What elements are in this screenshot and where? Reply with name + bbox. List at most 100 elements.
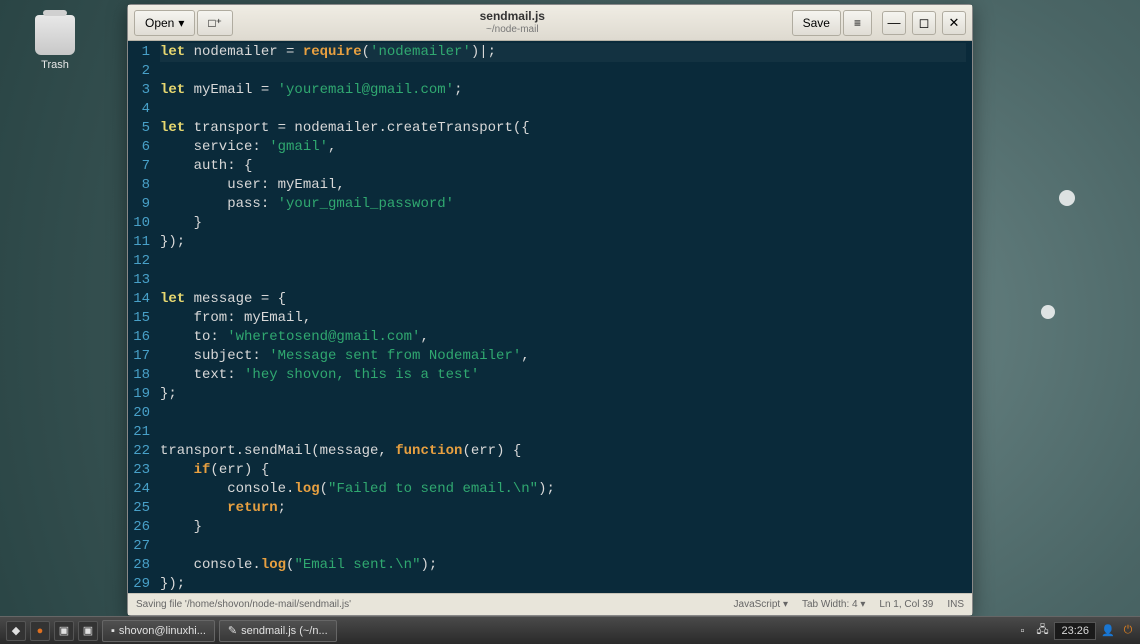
window-title: sendmail.js <box>233 9 792 23</box>
editor-window: Open ▾ □⁺ sendmail.js ~/node-mail Save ≡… <box>127 4 973 616</box>
close-button[interactable]: ✕ <box>942 11 966 35</box>
line-number: 20 <box>130 404 150 423</box>
code-line[interactable]: transport.sendMail(message, function(err… <box>160 442 966 461</box>
code-line[interactable]: text: 'hey shovon, this is a test' <box>160 366 966 385</box>
status-bar: Saving file '/home/shovon/node-mail/send… <box>128 593 972 615</box>
code-content[interactable]: let nodemailer = require('nodemailer')|;… <box>154 41 972 593</box>
line-number: 11 <box>130 233 150 252</box>
line-number: 17 <box>130 347 150 366</box>
code-line[interactable]: return; <box>160 499 966 518</box>
line-number: 28 <box>130 556 150 575</box>
code-line[interactable]: } <box>160 518 966 537</box>
code-line[interactable] <box>160 271 966 290</box>
system-tray: ▫ 🖧 23:26 👤 ⏻ <box>1014 622 1136 640</box>
line-number: 26 <box>130 518 150 537</box>
line-number: 7 <box>130 157 150 176</box>
close-icon: ✕ <box>949 15 960 31</box>
line-number: 14 <box>130 290 150 309</box>
code-line[interactable] <box>160 423 966 442</box>
code-line[interactable]: console.log("Failed to send email.\n"); <box>160 480 966 499</box>
line-gutter: 1234567891011121314151617181920212223242… <box>128 41 154 593</box>
wallpaper-bubble <box>1059 190 1075 206</box>
line-number: 18 <box>130 366 150 385</box>
code-line[interactable]: let nodemailer = require('nodemailer')|; <box>160 43 966 62</box>
code-line[interactable] <box>160 404 966 423</box>
line-number: 6 <box>130 138 150 157</box>
code-line[interactable]: }); <box>160 575 966 593</box>
line-number: 9 <box>130 195 150 214</box>
line-number: 24 <box>130 480 150 499</box>
status-language[interactable]: JavaScript ▾ <box>734 599 788 610</box>
taskbar-task-editor[interactable]: ✎ sendmail.js (~/n... <box>219 620 337 642</box>
code-line[interactable]: }); <box>160 233 966 252</box>
line-number: 3 <box>130 81 150 100</box>
code-editor[interactable]: 1234567891011121314151617181920212223242… <box>128 41 972 593</box>
code-line[interactable] <box>160 100 966 119</box>
line-number: 1 <box>130 43 150 62</box>
trash-label: Trash <box>41 59 69 71</box>
trash-icon <box>35 15 75 55</box>
firefox-launcher[interactable]: ● <box>30 621 50 641</box>
line-number: 4 <box>130 100 150 119</box>
display-tray-icon[interactable]: ▫ <box>1014 623 1030 639</box>
line-number: 25 <box>130 499 150 518</box>
code-line[interactable] <box>160 537 966 556</box>
power-tray-icon[interactable]: ⏻ <box>1120 623 1136 639</box>
code-line[interactable]: let transport = nodemailer.createTranspo… <box>160 119 966 138</box>
folder-icon: ▣ <box>83 624 93 637</box>
taskbar-clock[interactable]: 23:26 <box>1054 622 1096 640</box>
code-line[interactable]: } <box>160 214 966 233</box>
status-insert-mode[interactable]: INS <box>947 599 964 610</box>
app-menu-launcher[interactable]: ◆ <box>6 621 26 641</box>
user-tray-icon[interactable]: 👤 <box>1100 623 1116 639</box>
status-message: Saving file '/home/shovon/node-mail/send… <box>136 599 720 610</box>
code-line[interactable]: service: 'gmail', <box>160 138 966 157</box>
code-line[interactable]: subject: 'Message sent from Nodemailer', <box>160 347 966 366</box>
line-number: 29 <box>130 575 150 593</box>
line-number: 16 <box>130 328 150 347</box>
new-tab-button[interactable]: □⁺ <box>197 10 233 36</box>
save-button[interactable]: Save <box>792 10 841 36</box>
terminal-launcher[interactable]: ▣ <box>54 621 74 641</box>
code-line[interactable]: console.log("Email sent.\n"); <box>160 556 966 575</box>
menu-button[interactable]: ≡ <box>843 10 872 36</box>
open-button[interactable]: Open ▾ <box>134 10 195 36</box>
line-number: 27 <box>130 537 150 556</box>
trash-desktop-icon[interactable]: Trash <box>30 15 80 71</box>
terminal-icon: ▪ <box>111 625 115 637</box>
network-tray-icon[interactable]: 🖧 <box>1034 623 1050 639</box>
line-number: 8 <box>130 176 150 195</box>
line-number: 23 <box>130 461 150 480</box>
code-line[interactable]: }; <box>160 385 966 404</box>
minimize-button[interactable]: — <box>882 11 906 35</box>
code-line[interactable] <box>160 62 966 81</box>
code-line[interactable]: pass: 'your_gmail_password' <box>160 195 966 214</box>
line-number: 15 <box>130 309 150 328</box>
line-number: 10 <box>130 214 150 233</box>
status-tab-width[interactable]: Tab Width: 4 ▾ <box>802 599 865 610</box>
code-line[interactable]: from: myEmail, <box>160 309 966 328</box>
code-line[interactable] <box>160 252 966 271</box>
code-line[interactable]: let myEmail = 'youremail@gmail.com'; <box>160 81 966 100</box>
line-number: 19 <box>130 385 150 404</box>
minimize-icon: — <box>888 15 901 30</box>
maximize-button[interactable]: ◻ <box>912 11 936 35</box>
code-line[interactable]: let message = { <box>160 290 966 309</box>
maximize-icon: ◻ <box>919 15 930 31</box>
code-line[interactable]: auth: { <box>160 157 966 176</box>
code-line[interactable]: user: myEmail, <box>160 176 966 195</box>
taskbar: ◆ ● ▣ ▣ ▪ shovon@linuxhi... ✎ sendmail.j… <box>0 616 1140 644</box>
taskbar-task-terminal[interactable]: ▪ shovon@linuxhi... <box>102 620 215 642</box>
line-number: 13 <box>130 271 150 290</box>
code-line[interactable]: if(err) { <box>160 461 966 480</box>
firefox-icon: ● <box>37 625 44 637</box>
line-number: 12 <box>130 252 150 271</box>
filemanager-launcher[interactable]: ▣ <box>78 621 98 641</box>
line-number: 5 <box>130 119 150 138</box>
line-number: 21 <box>130 423 150 442</box>
code-line[interactable]: to: 'wheretosend@gmail.com', <box>160 328 966 347</box>
document-icon: ✎ <box>228 624 237 637</box>
line-number: 22 <box>130 442 150 461</box>
wallpaper-bubble <box>1041 305 1055 319</box>
terminal-icon: ▣ <box>59 624 69 637</box>
